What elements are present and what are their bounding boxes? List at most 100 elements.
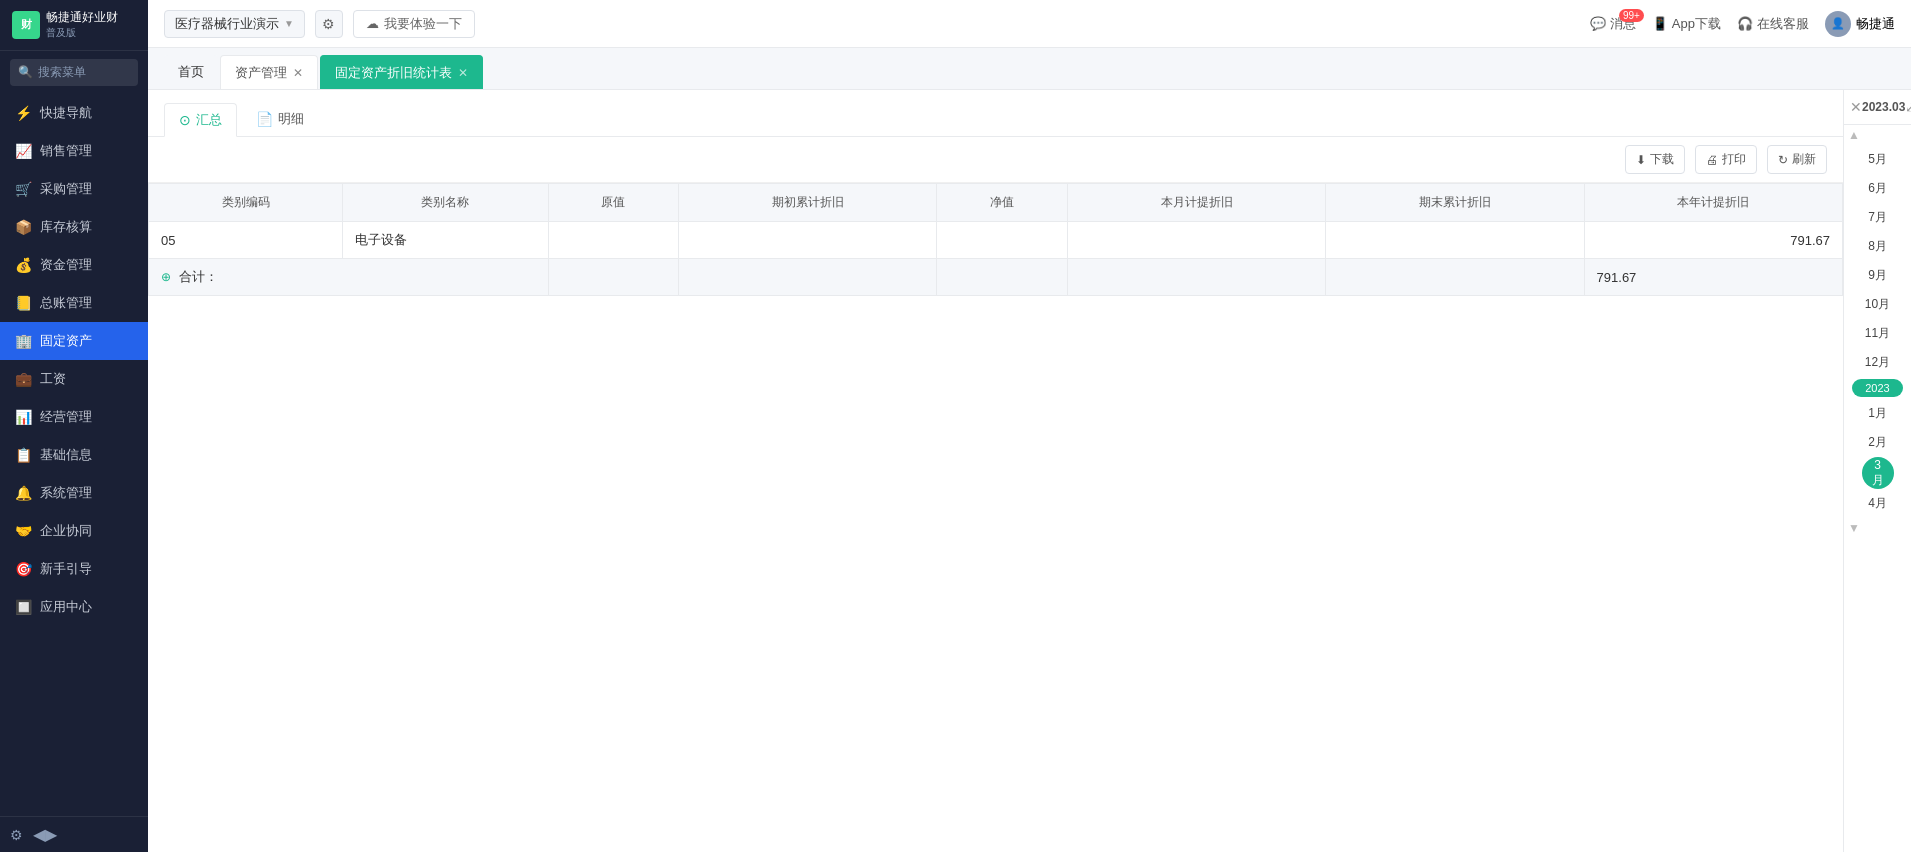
sidebar-bottom: ⚙ ◀▶ bbox=[0, 816, 148, 852]
sidebar-item-inventory[interactable]: 📦 库存核算 bbox=[0, 208, 148, 246]
month-8[interactable]: 8月 bbox=[1844, 232, 1911, 261]
cell-total-original bbox=[548, 259, 679, 296]
gear-icon: ⚙ bbox=[322, 16, 335, 32]
settings-button[interactable]: ⚙ bbox=[315, 10, 343, 38]
detail-tab-icon: 📄 bbox=[256, 111, 273, 127]
sidebar-item-capital[interactable]: 💰 资金管理 bbox=[0, 246, 148, 284]
sidebar-item-sales[interactable]: 📈 销售管理 bbox=[0, 132, 148, 170]
table-row: 05 电子设备 791.67 bbox=[149, 222, 1843, 259]
guide-icon: 🎯 bbox=[14, 561, 32, 577]
cell-total-net bbox=[937, 259, 1068, 296]
col-category-code: 类别编码 bbox=[149, 184, 343, 222]
sidebar-item-guide[interactable]: 🎯 新手引导 bbox=[0, 550, 148, 588]
sales-icon: 📈 bbox=[14, 143, 32, 159]
refresh-button[interactable]: ↻ 刷新 bbox=[1767, 145, 1827, 174]
cell-original-value bbox=[548, 222, 679, 259]
sidebar: 财 畅捷通好业财 普及版 🔍 搜索菜单 ⚡ 快捷导航 📈 销售管理 🛒 采购管理… bbox=[0, 0, 148, 852]
month-2023-4[interactable]: 4月 bbox=[1844, 489, 1911, 518]
download-btn-icon: ⬇ bbox=[1636, 153, 1646, 167]
cell-total-period-end bbox=[1326, 259, 1584, 296]
sidebar-item-fixed-assets[interactable]: 🏢 固定资产 bbox=[0, 322, 148, 360]
search-menu-button[interactable]: 🔍 搜索菜单 bbox=[10, 59, 138, 86]
tab-home[interactable]: 首页 bbox=[164, 55, 218, 89]
inner-tab-detail[interactable]: 📄 明细 bbox=[241, 102, 319, 136]
sidebar-item-operations[interactable]: 📊 经营管理 bbox=[0, 398, 148, 436]
messages-button[interactable]: 💬 消息 99+ bbox=[1590, 15, 1636, 33]
tab-depreciation-report[interactable]: 固定资产折旧统计表 ✕ bbox=[320, 55, 483, 89]
col-net-value: 净值 bbox=[937, 184, 1068, 222]
cell-annual-dep: 791.67 bbox=[1584, 222, 1842, 259]
cloud-icon: ☁ bbox=[366, 16, 379, 31]
cell-total-accumulated bbox=[679, 259, 937, 296]
system-icon: 🔔 bbox=[14, 485, 32, 501]
summary-tab-icon: ⊙ bbox=[179, 112, 191, 128]
sidebar-item-salary[interactable]: 💼 工资 bbox=[0, 360, 148, 398]
topbar: 医疗器械行业演示 ▼ ⚙ ☁ 我要体验一下 💬 消息 99+ 📱 App下载 🎧… bbox=[148, 0, 1911, 48]
user-info[interactable]: 👤 畅捷通 bbox=[1825, 11, 1895, 37]
company-name: 医疗器械行业演示 bbox=[175, 15, 279, 33]
col-category-name: 类别名称 bbox=[343, 184, 548, 222]
download-icon: 📱 bbox=[1652, 16, 1668, 31]
sidebar-item-purchase[interactable]: 🛒 采购管理 bbox=[0, 170, 148, 208]
col-annual-depreciation: 本年计提折旧 bbox=[1584, 184, 1842, 222]
print-button[interactable]: 🖨 打印 bbox=[1695, 145, 1757, 174]
basic-info-icon: 📋 bbox=[14, 447, 32, 463]
sidebar-item-quick-nav[interactable]: ⚡ 快捷导航 bbox=[0, 94, 148, 132]
month-9[interactable]: 9月 bbox=[1844, 261, 1911, 290]
message-icon: 💬 bbox=[1590, 16, 1606, 31]
month-2023-2[interactable]: 2月 bbox=[1844, 428, 1911, 457]
year-2023-label: 2023 bbox=[1852, 379, 1903, 397]
inner-tab-summary[interactable]: ⊙ 汇总 bbox=[164, 103, 237, 137]
date-panel: ✕ 2023.03 ⤢ ▲ 5月 6月 7月 8月 9月 10月 11月 12月… bbox=[1843, 90, 1911, 852]
logo-icon: 财 bbox=[12, 11, 40, 39]
date-panel-expand-button[interactable]: ⤢ bbox=[1905, 99, 1911, 115]
table-toolbar: ⬇ 下载 🖨 打印 ↻ 刷新 bbox=[148, 137, 1843, 183]
sidebar-item-app-center[interactable]: 🔲 应用中心 bbox=[0, 588, 148, 626]
month-7[interactable]: 7月 bbox=[1844, 203, 1911, 232]
depreciation-table: 类别编码 类别名称 原值 期初累计折旧 净值 本月计提折旧 期末累计折旧 本年计… bbox=[148, 183, 1843, 296]
content-main: ⊙ 汇总 📄 明细 ⬇ 下载 🖨 打印 ↻ bbox=[148, 90, 1843, 852]
sidebar-item-system[interactable]: 🔔 系统管理 bbox=[0, 474, 148, 512]
sidebar-item-enterprise[interactable]: 🤝 企业协同 bbox=[0, 512, 148, 550]
month-10[interactable]: 10月 bbox=[1844, 290, 1911, 319]
settings-icon[interactable]: ⚙ bbox=[10, 827, 23, 843]
month-5[interactable]: 5月 bbox=[1844, 145, 1911, 174]
tab-close-depreciation-report[interactable]: ✕ bbox=[458, 66, 468, 80]
month-11[interactable]: 11月 bbox=[1844, 319, 1911, 348]
download-button[interactable]: ⬇ 下载 bbox=[1625, 145, 1685, 174]
month-2023-1[interactable]: 1月 bbox=[1844, 399, 1911, 428]
date-panel-close-button[interactable]: ✕ bbox=[1850, 99, 1862, 115]
operations-icon: 📊 bbox=[14, 409, 32, 425]
date-months-list: ▲ 5月 6月 7月 8月 9月 10月 11月 12月 2023 1月 2月 … bbox=[1844, 125, 1911, 852]
date-nav-down-button[interactable]: ▼ bbox=[1844, 518, 1864, 538]
print-icon: 🖨 bbox=[1706, 153, 1718, 167]
app-download-button[interactable]: 📱 App下载 bbox=[1652, 15, 1721, 33]
col-period-end-accumulated: 期末累计折旧 bbox=[1326, 184, 1584, 222]
date-panel-header: ✕ 2023.03 ⤢ bbox=[1844, 90, 1911, 125]
company-dropdown-icon: ▼ bbox=[284, 18, 294, 29]
sidebar-item-basic-info[interactable]: 📋 基础信息 bbox=[0, 436, 148, 474]
tab-close-asset-management[interactable]: ✕ bbox=[293, 66, 303, 80]
data-table-container: 类别编码 类别名称 原值 期初累计折旧 净值 本月计提折旧 期末累计折旧 本年计… bbox=[148, 183, 1843, 852]
content-area: ⊙ 汇总 📄 明细 ⬇ 下载 🖨 打印 ↻ bbox=[148, 90, 1911, 852]
experience-button[interactable]: ☁ 我要体验一下 bbox=[353, 10, 475, 38]
logo-text: 畅捷通好业财 普及版 bbox=[46, 10, 118, 40]
cell-category-name: 电子设备 bbox=[343, 222, 548, 259]
company-selector[interactable]: 医疗器械行业演示 ▼ bbox=[164, 10, 305, 38]
month-12[interactable]: 12月 bbox=[1844, 348, 1911, 377]
purchase-icon: 🛒 bbox=[14, 181, 32, 197]
col-original-value: 原值 bbox=[548, 184, 679, 222]
month-6[interactable]: 6月 bbox=[1844, 174, 1911, 203]
sidebar-item-ledger[interactable]: 📒 总账管理 bbox=[0, 284, 148, 322]
messages-badge: 99+ bbox=[1619, 9, 1644, 22]
main-area: 医疗器械行业演示 ▼ ⚙ ☁ 我要体验一下 💬 消息 99+ 📱 App下载 🎧… bbox=[148, 0, 1911, 852]
date-nav-up-button[interactable]: ▲ bbox=[1844, 125, 1864, 145]
cell-net-value bbox=[937, 222, 1068, 259]
collapse-icon[interactable]: ◀▶ bbox=[33, 825, 57, 844]
tab-asset-management[interactable]: 资产管理 ✕ bbox=[220, 55, 318, 89]
cell-accumulated-dep bbox=[679, 222, 937, 259]
month-2023-3[interactable]: 3月 bbox=[1862, 457, 1894, 489]
fixed-assets-icon: 🏢 bbox=[14, 333, 32, 349]
capital-icon: 💰 bbox=[14, 257, 32, 273]
customer-service-button[interactable]: 🎧 在线客服 bbox=[1737, 15, 1809, 33]
